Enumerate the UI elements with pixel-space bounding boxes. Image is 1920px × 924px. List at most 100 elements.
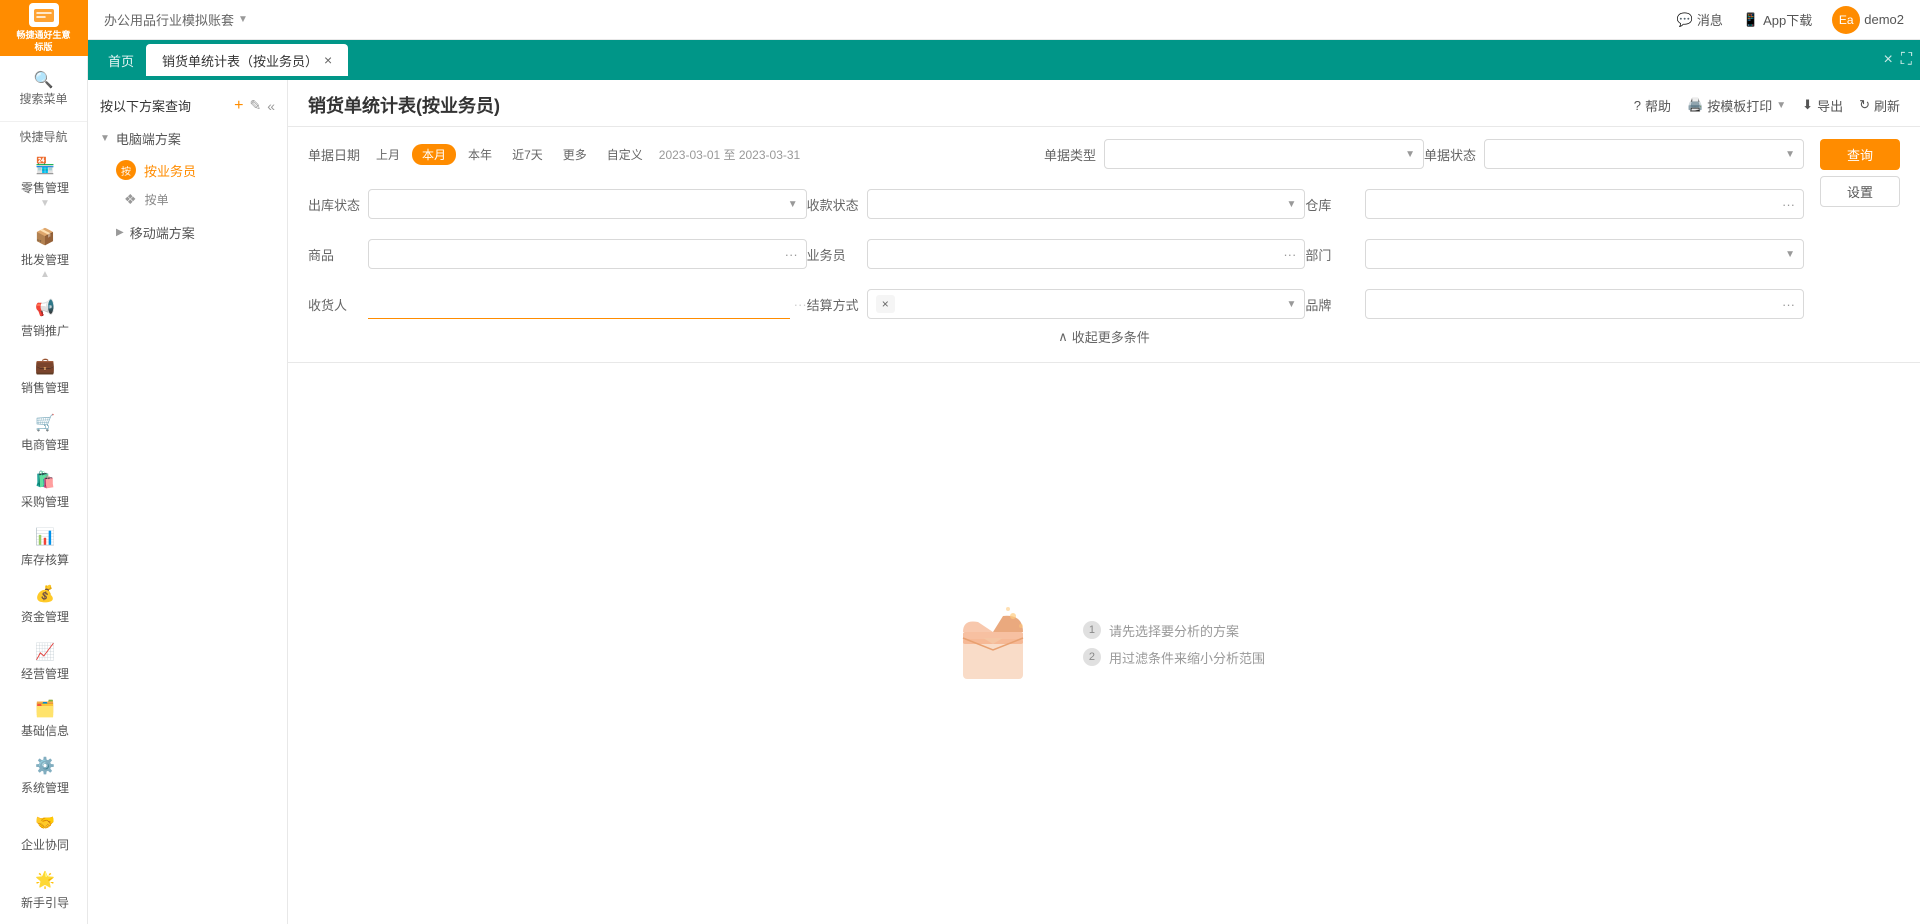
filter-area: 单据日期 上月 本月 本年 近7天 更多 自定义 2023-03-01 至 20… — [288, 127, 1920, 363]
breadcrumb-arrow: ▼ — [238, 14, 248, 25]
bill-type-arrow: ▼ — [1405, 149, 1415, 160]
breadcrumb-dropdown[interactable]: 办公用品行业模拟账套 ▼ — [104, 10, 248, 29]
sidebar-item-inventory[interactable]: 📊 库存核算 — [0, 519, 87, 576]
recv-status-select[interactable]: ▼ — [867, 189, 1306, 219]
close-window-icon[interactable]: × — [1883, 51, 1892, 69]
btn-group-right: 查询 设置 — [1820, 139, 1900, 207]
dept-label: 部门 — [1305, 245, 1357, 264]
warehouse-dots: ··· — [1782, 197, 1795, 212]
user-menu[interactable]: Ea demo2 — [1832, 6, 1904, 34]
sidebar-item-system[interactable]: ⚙️ 系统管理 — [0, 748, 87, 805]
salesman-select[interactable]: ··· — [867, 239, 1306, 269]
sidebar-item-finance[interactable]: 💰 资金管理 — [0, 576, 87, 633]
system-icon: ⚙️ — [35, 756, 55, 778]
maximize-window-icon[interactable]: ⛶ — [1901, 51, 1912, 69]
warehouse-label: 仓库 — [1305, 195, 1357, 214]
date-this-year-btn[interactable]: 本年 — [460, 144, 500, 165]
sub-scheme-item-bill[interactable]: ❖ 按单 — [88, 186, 287, 213]
out-status-select[interactable]: ▼ — [368, 189, 807, 219]
recv-status-arrow: ▼ — [1286, 199, 1296, 210]
edit-scheme-icon[interactable]: ✎ — [249, 97, 261, 114]
sidebar-item-marketing[interactable]: 📢 营销推广 — [0, 290, 87, 347]
app-logo[interactable]: 畅捷通好生意 标版 — [0, 0, 88, 56]
pc-scheme-header[interactable]: ▼ 电脑端方案 — [88, 123, 287, 154]
sidebar-item-operations[interactable]: 📈 经营管理 — [0, 634, 87, 691]
collapse-panel-icon[interactable]: « — [267, 98, 275, 114]
date-custom-btn[interactable]: 自定义 — [599, 144, 651, 165]
tab-active[interactable]: 销货单统计表（按业务员） × — [146, 44, 348, 76]
help-btn[interactable]: ? 帮助 — [1634, 96, 1671, 115]
payment-tag-close[interactable]: × — [882, 297, 889, 311]
consignee-input[interactable] — [368, 289, 790, 319]
finance-label: 资金管理 — [21, 609, 69, 626]
sidebar-item-enterprise[interactable]: 🤝 企业协同 — [0, 805, 87, 862]
dept-select[interactable]: ▼ — [1365, 239, 1804, 269]
date-prev-month-btn[interactable]: 上月 — [368, 144, 408, 165]
enterprise-label: 企业协同 — [21, 837, 69, 854]
mobile-scheme-group[interactable]: ▶ 移动端方案 — [88, 217, 287, 248]
search-menu-btn[interactable]: 🔍 搜索菜单 — [19, 66, 67, 111]
logo-icon — [29, 3, 59, 27]
collapse-btn[interactable]: ∧ 收起更多条件 — [1042, 323, 1166, 350]
purchase-label: 采购管理 — [21, 494, 69, 511]
tab-close-btn[interactable]: × — [324, 52, 332, 68]
sub-scheme-label-bill: 按单 — [145, 191, 169, 208]
window-controls: × ⛶ — [1883, 51, 1912, 69]
bill-status-select[interactable]: ▼ — [1484, 139, 1804, 169]
goods-dots: ··· — [785, 247, 798, 262]
marketing-icon: 📢 — [35, 298, 55, 320]
collapse-up-icon: ∧ — [1058, 329, 1068, 345]
print-btn[interactable]: 🖨️ 按模板打印 ▼ — [1687, 96, 1786, 115]
message-btn[interactable]: 💬 消息 — [1677, 10, 1723, 29]
bill-type-select[interactable]: ▼ — [1104, 139, 1424, 169]
sidebar-item-wholesale[interactable]: 📦 批发管理 ▲ — [0, 219, 87, 290]
page-title: 销货单统计表(按业务员) — [308, 92, 500, 118]
query-btn[interactable]: 查询 — [1820, 139, 1900, 170]
sub-scheme-icon-bill: ❖ — [124, 191, 137, 208]
sidebar: 畅捷通好生意 标版 🔍 搜索菜单 快捷导航 🏪 零售管理 ▼ 📦 批发管理 ▲ … — [0, 0, 88, 924]
filter-goods-item: 商品 ··· — [308, 239, 807, 269]
sidebar-item-purchase[interactable]: 🛍️ 采购管理 — [0, 462, 87, 519]
scheme-item-salesman[interactable]: 按 按业务员 — [88, 154, 287, 186]
goods-select[interactable]: ··· — [368, 239, 807, 269]
refresh-btn[interactable]: ↻ 刷新 — [1859, 96, 1900, 115]
date-range-text: 2023-03-01 至 2023-03-31 — [659, 146, 800, 163]
retail-icon: 🏪 — [35, 156, 55, 178]
filter-recv-status-item: 收款状态 ▼ — [807, 189, 1306, 219]
marketing-label: 营销推广 — [21, 323, 69, 340]
tab-home[interactable]: 首页 — [96, 44, 146, 76]
bill-status-label: 单据状态 — [1424, 145, 1476, 164]
sidebar-item-newbie[interactable]: 🌟 新手引导 — [0, 862, 87, 919]
newbie-icon: 🌟 — [35, 870, 55, 892]
export-btn[interactable]: ⬇ 导出 — [1802, 96, 1843, 115]
dept-arrow: ▼ — [1785, 249, 1795, 260]
page-wrapper: 按以下方案查询 + ✎ « ▼ 电脑端方案 按 按业务员 ❖ 按 — [88, 80, 1920, 924]
top-header: 办公用品行业模拟账套 ▼ 💬 消息 📱 App下载 Ea demo2 — [88, 0, 1920, 40]
warehouse-select[interactable]: ··· — [1365, 189, 1804, 219]
help-label: 帮助 — [1645, 96, 1671, 115]
sidebar-item-sales[interactable]: 💼 销售管理 — [0, 348, 87, 405]
filter-consignee-item: 收货人 ··· — [308, 289, 807, 319]
sidebar-item-ecommerce[interactable]: 🛒 电商管理 — [0, 405, 87, 462]
brand-select[interactable]: ··· — [1365, 289, 1804, 319]
export-label: 导出 — [1817, 96, 1843, 115]
sidebar-item-appcenter[interactable]: 📱 应用中心 — [0, 919, 87, 924]
salesman-scheme-icon: 按 — [116, 160, 136, 180]
brand-dots: ··· — [1782, 297, 1795, 312]
add-scheme-icon[interactable]: + — [234, 97, 243, 115]
date-7days-btn[interactable]: 近7天 — [504, 144, 551, 165]
app-download-btn[interactable]: 📱 App下载 — [1743, 10, 1812, 29]
date-cur-month-btn[interactable]: 本月 — [412, 144, 456, 165]
sidebar-item-basic[interactable]: 🗂️ 基础信息 — [0, 691, 87, 748]
sidebar-item-retail[interactable]: 🏪 零售管理 ▼ — [0, 148, 87, 219]
filter-date-item: 单据日期 上月 本月 本年 近7天 更多 自定义 2023-03-01 至 20… — [308, 144, 1044, 165]
setting-btn[interactable]: 设置 — [1820, 176, 1900, 207]
date-more-btn[interactable]: 更多 — [555, 144, 595, 165]
payment-select[interactable]: × ▼ — [867, 289, 1306, 319]
collapse-label: 收起更多条件 — [1072, 327, 1150, 346]
print-icon: 🖨️ — [1687, 97, 1703, 113]
mobile-expand-icon: ▶ — [116, 227, 124, 238]
mobile-scheme-label: 移动端方案 — [130, 223, 195, 242]
consignee-dots[interactable]: ··· — [794, 297, 807, 312]
expand-icon: ▼ — [100, 133, 110, 144]
